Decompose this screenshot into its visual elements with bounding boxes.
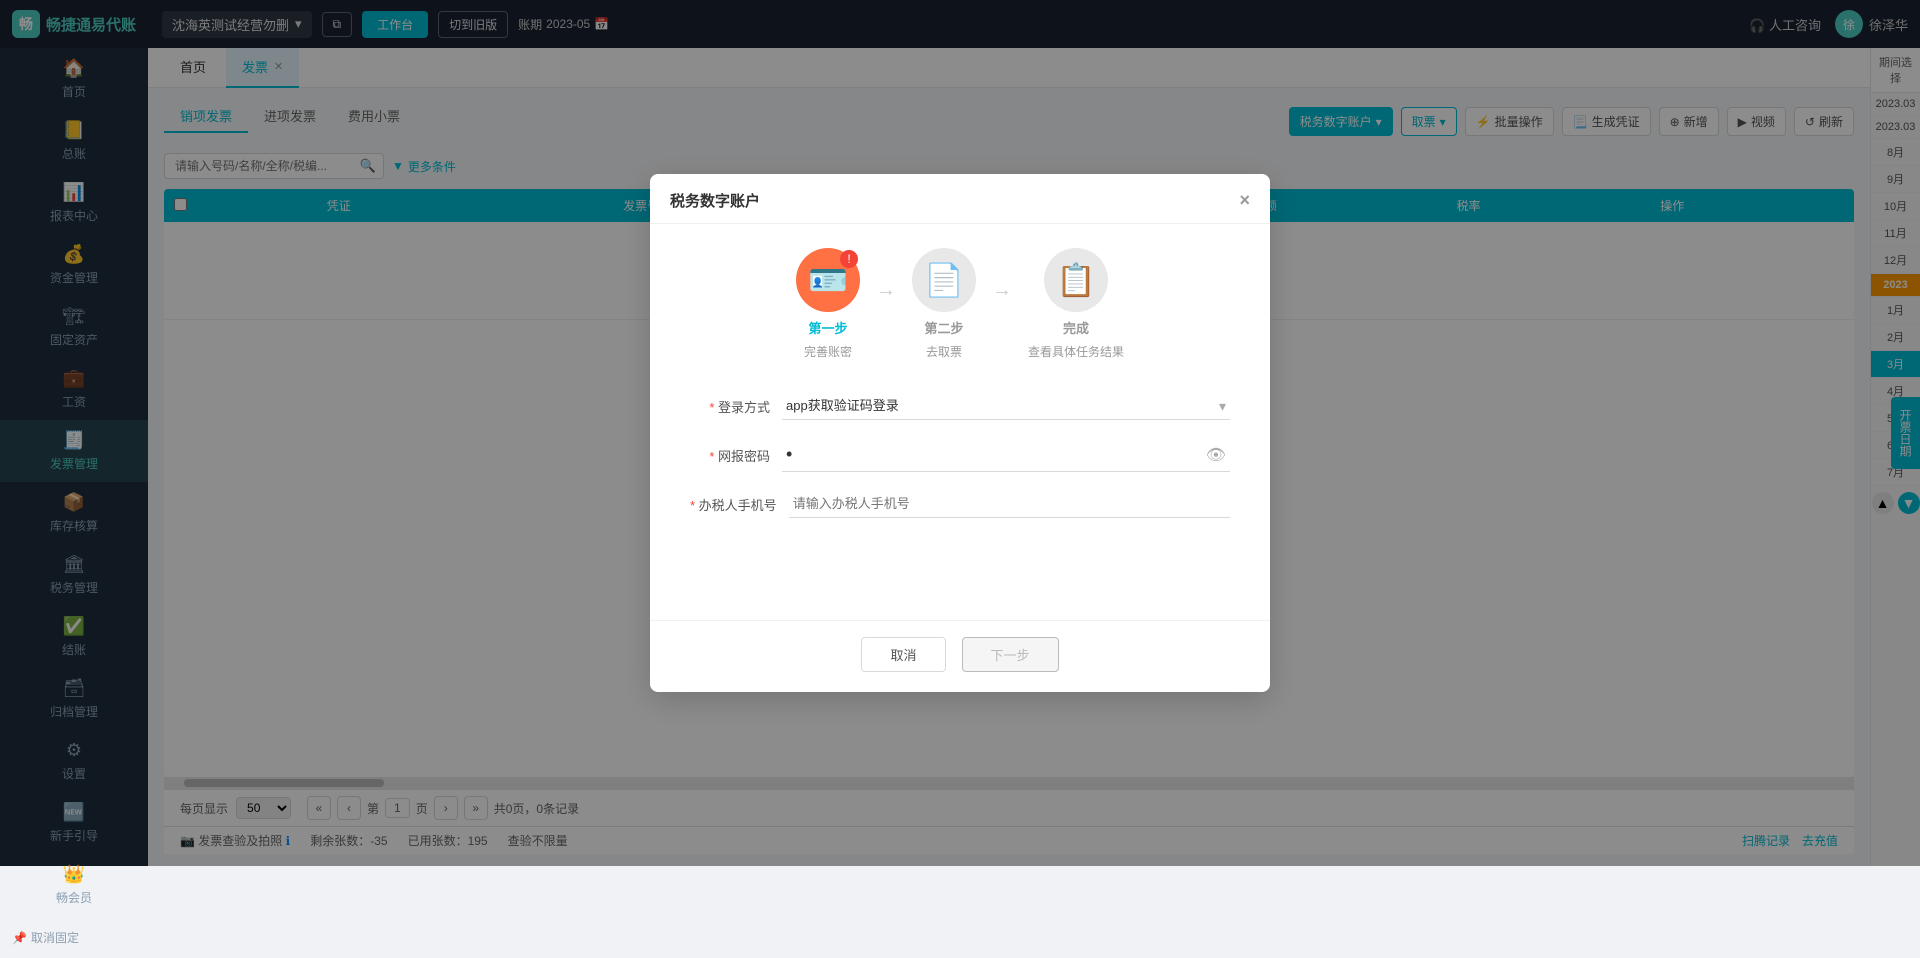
step-1-badge: ! <box>840 250 858 268</box>
step-2-icon: 📄 <box>924 261 964 299</box>
phone-row: * 办税人手机号 <box>690 490 1230 518</box>
step-1-circle: 🪪 ! <box>796 248 860 312</box>
step-2-circle: 📄 <box>912 248 976 312</box>
step-1: 🪪 ! 第一步 完善账密 <box>796 248 860 360</box>
pin-icon: 📌 <box>12 931 27 945</box>
sidebar-bottom: 📌 取消固定 <box>0 916 148 958</box>
step-arrow-1: → <box>876 279 896 330</box>
password-input[interactable] <box>782 438 1230 472</box>
phone-control <box>789 490 1230 518</box>
next-button[interactable]: 下一步 <box>962 637 1059 672</box>
step-3-label: 完成 <box>1063 318 1089 337</box>
login-method-label: * 登录方式 <box>690 397 770 416</box>
modal-close-btn[interactable]: × <box>1239 190 1250 211</box>
password-label: * 网报密码 <box>690 446 770 465</box>
required-mark: * <box>690 498 695 513</box>
tax-account-modal: 税务数字账户 × 🪪 ! 第一步 完善账密 → <box>650 174 1270 692</box>
step-1-icon: 🪪 <box>808 261 848 299</box>
phone-input[interactable] <box>789 490 1230 518</box>
step-3-icon: 📋 <box>1056 261 1096 299</box>
step-3-desc: 查看具体任务结果 <box>1028 343 1124 360</box>
step-3-circle: 📋 <box>1044 248 1108 312</box>
step-2-desc: 去取票 <box>926 343 962 360</box>
required-mark: * <box>709 400 714 415</box>
password-control: 👁 <box>782 438 1230 472</box>
step-3: 📋 完成 查看具体任务结果 <box>1028 248 1124 360</box>
modal-overlay: 税务数字账户 × 🪪 ! 第一步 完善账密 → <box>0 0 1920 866</box>
password-row: * 网报密码 👁 <box>690 438 1230 472</box>
login-method-row: * 登录方式 app获取验证码登录 ▾ <box>690 392 1230 420</box>
step-2: 📄 第二步 去取票 <box>912 248 976 360</box>
cancel-button[interactable]: 取消 <box>861 637 945 672</box>
select-dropdown-icon: ▾ <box>1219 398 1226 415</box>
step-1-label: 第一步 <box>808 318 847 337</box>
modal-footer: 取消 下一步 <box>650 620 1270 692</box>
modal-header: 税务数字账户 × <box>650 174 1270 224</box>
sidebar-item-label: 畅会员 <box>56 889 92 906</box>
eye-icon[interactable]: 👁 <box>1206 445 1226 465</box>
modal-body: 🪪 ! 第一步 完善账密 → 📄 第二步 去取票 → <box>650 224 1270 620</box>
login-method-select[interactable]: app获取验证码登录 <box>782 392 1230 420</box>
login-method-control: app获取验证码登录 ▾ <box>782 392 1230 420</box>
required-mark: * <box>709 449 714 464</box>
step-arrow-2: → <box>992 279 1012 330</box>
form-spacer <box>690 536 1230 596</box>
modal-title: 税务数字账户 <box>670 190 760 211</box>
member-icon: 👑 <box>63 864 85 885</box>
unpin-btn[interactable]: 📌 取消固定 <box>8 925 140 950</box>
step-1-desc: 完善账密 <box>804 343 852 360</box>
step-2-label: 第二步 <box>924 318 963 337</box>
steps: 🪪 ! 第一步 完善账密 → 📄 第二步 去取票 → <box>690 248 1230 360</box>
phone-label: * 办税人手机号 <box>690 495 777 514</box>
